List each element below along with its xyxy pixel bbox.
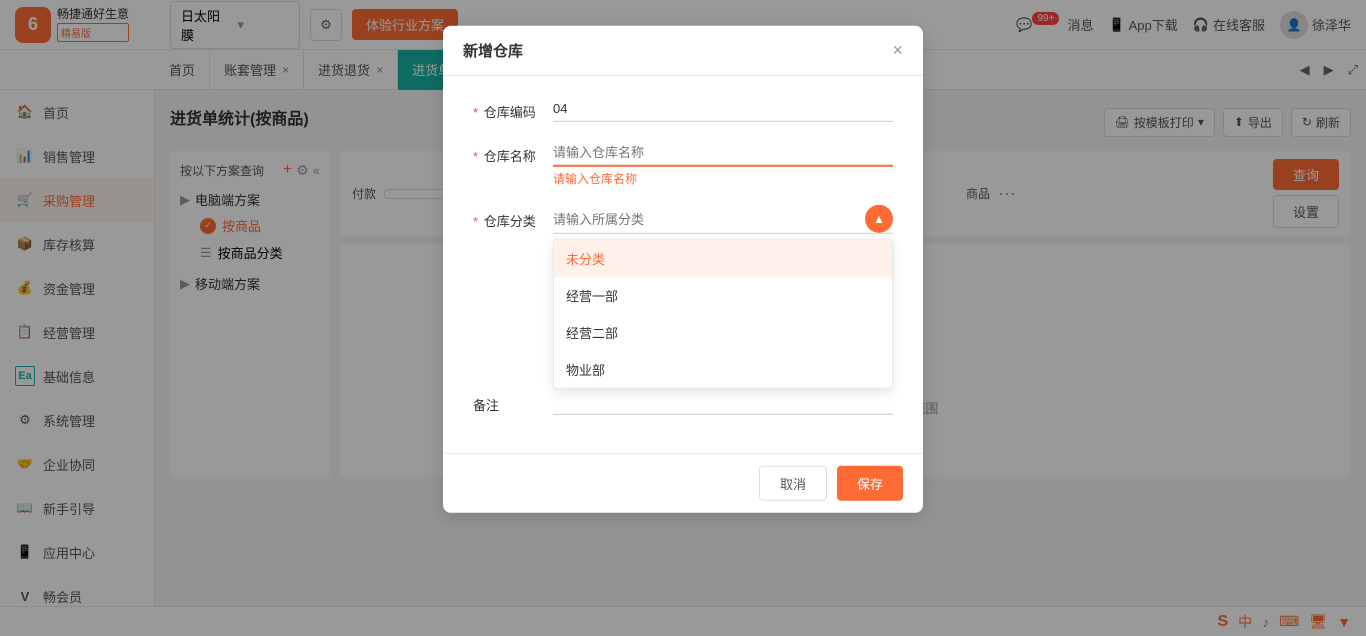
new-warehouse-modal: 新增仓库 × * 仓库编码 * 仓库名称 请输入仓库名称 <box>443 26 923 513</box>
category-dropdown: 未分类 经营一部 经营二部 物业部 <box>553 239 893 389</box>
note-input[interactable] <box>553 389 893 415</box>
cancel-button[interactable]: 取消 <box>759 466 827 501</box>
form-row-category: * 仓库分类 ▲ 未分类 经营一部 经营二部 <box>473 205 893 234</box>
category-input[interactable] <box>553 206 865 231</box>
category-label: * 仓库分类 <box>473 205 553 230</box>
form-row-note: 备注 <box>473 389 893 415</box>
modal-footer: 取消 保存 <box>443 453 923 513</box>
name-input[interactable] <box>553 140 893 167</box>
category-input-row: ▲ <box>553 205 893 234</box>
modal-header: 新增仓库 × <box>443 26 923 76</box>
modal-body: * 仓库编码 * 仓库名称 请输入仓库名称 * 仓库分类 <box>443 76 923 453</box>
modal-close-button[interactable]: × <box>892 40 903 61</box>
code-label: * 仓库编码 <box>473 96 553 121</box>
category-toggle-button[interactable]: ▲ <box>865 205 893 233</box>
save-button[interactable]: 保存 <box>837 466 903 501</box>
name-label: * 仓库名称 <box>473 140 553 165</box>
dropdown-item-property[interactable]: 物业部 <box>554 351 892 388</box>
modal-title: 新增仓库 <box>463 40 523 61</box>
dropdown-item-ops2[interactable]: 经营二部 <box>554 314 892 351</box>
note-label: 备注 <box>473 389 553 414</box>
dropdown-item-ops1[interactable]: 经营一部 <box>554 277 892 314</box>
form-row-name: * 仓库名称 请输入仓库名称 <box>473 140 893 187</box>
name-error-hint: 请输入仓库名称 <box>553 170 893 187</box>
form-row-code: * 仓库编码 <box>473 96 893 122</box>
category-select-wrap: ▲ 未分类 经营一部 经营二部 物业部 <box>553 205 893 234</box>
dropdown-item-unclassified[interactable]: 未分类 <box>554 240 892 277</box>
code-input[interactable] <box>553 96 893 122</box>
